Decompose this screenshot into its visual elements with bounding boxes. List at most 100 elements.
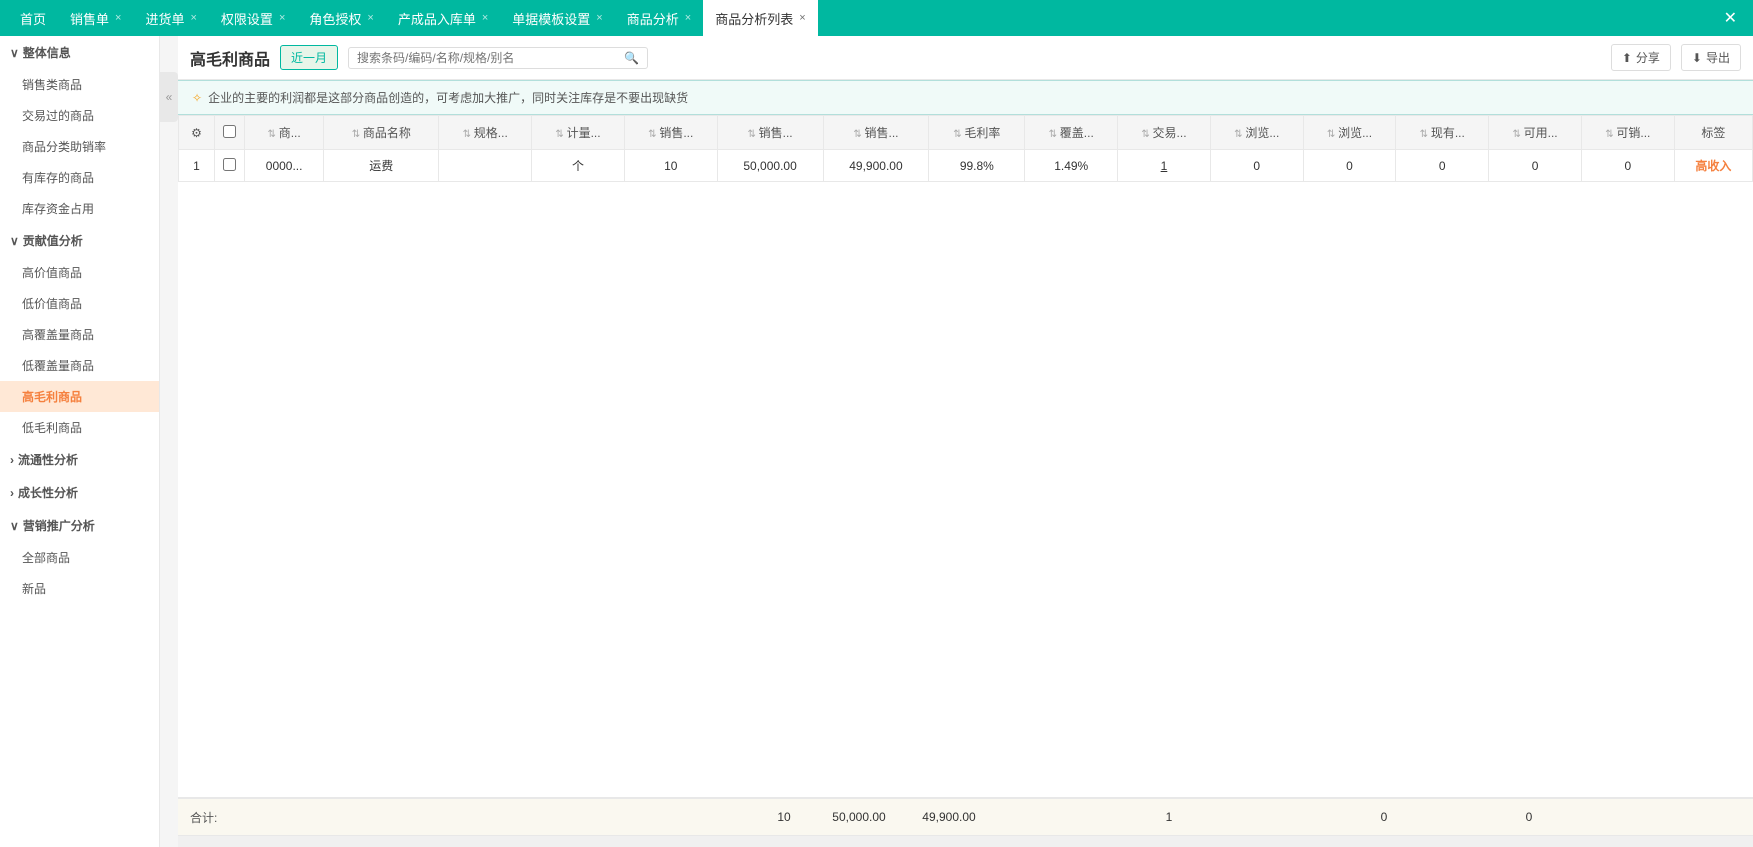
tab-close-icon[interactable]: ×	[482, 12, 488, 24]
footer-cell-14: 0	[1344, 810, 1424, 824]
tab-close-icon[interactable]: ×	[279, 12, 285, 24]
sidebar-group-整体信息[interactable]: ∨整体信息	[0, 36, 159, 69]
row-transactions: 1	[1118, 150, 1211, 182]
group-arrow-icon: ›	[10, 486, 14, 500]
row-index: 1	[179, 150, 215, 182]
sidebar-item-商品分类助销率[interactable]: 商品分类助销率	[0, 131, 159, 162]
settings-icon[interactable]: ⚙	[191, 126, 202, 140]
nav-tab-权限设置[interactable]: 权限设置 ×	[209, 0, 297, 36]
group-arrow-icon: ∨	[10, 46, 19, 60]
col-header-10[interactable]: 覆盖...	[1025, 116, 1118, 150]
nav-tab-单据模板设置[interactable]: 单据模板设置 ×	[500, 0, 614, 36]
col-header-12[interactable]: 浏览...	[1210, 116, 1303, 150]
window-close-button[interactable]: ✕	[1716, 8, 1745, 28]
content-header: 高毛利商品 近一月 🔍 ⬆ 分享 ⬇ 导出	[178, 36, 1753, 80]
nav-tab-商品分析[interactable]: 商品分析 ×	[615, 0, 703, 36]
sidebar-group-成长性分析[interactable]: ›成长性分析	[0, 476, 159, 509]
bottom-scrollbar[interactable]	[178, 835, 1753, 847]
footer-cell-10	[1064, 810, 1134, 824]
col-header-9[interactable]: 毛利率	[929, 116, 1025, 150]
sidebar-item-高价值商品[interactable]: 高价值商品	[0, 257, 159, 288]
share-button[interactable]: ⬆ 分享	[1611, 44, 1671, 71]
page-title: 高毛利商品	[190, 46, 270, 70]
share-icon: ⬆	[1622, 51, 1632, 65]
group-arrow-icon: ∨	[10, 519, 19, 533]
row-select-checkbox[interactable]	[223, 158, 236, 171]
footer-cell-3	[494, 810, 614, 824]
nav-tab-角色授权[interactable]: 角色授权 ×	[297, 0, 385, 36]
tab-close-icon[interactable]: ×	[799, 12, 805, 24]
nav-tab-销售单[interactable]: 销售单 ×	[58, 0, 133, 36]
export-button[interactable]: ⬇ 导出	[1681, 44, 1741, 71]
main-layout: ∨整体信息销售类商品交易过的商品商品分类助销率有库存的商品库存资金占用∨贡献值分…	[0, 36, 1753, 847]
nav-tab-商品分析列表[interactable]: 商品分析列表 ×	[703, 0, 817, 36]
sidebar-item-低覆盖量商品[interactable]: 低覆盖量商品	[0, 350, 159, 381]
sidebar-item-库存资金占用[interactable]: 库存资金占用	[0, 193, 159, 224]
sidebar-item-交易过的商品[interactable]: 交易过的商品	[0, 100, 159, 131]
row-sales-qty: 10	[624, 150, 717, 182]
col-header-2[interactable]: 商...	[245, 116, 324, 150]
tab-close-icon[interactable]: ×	[685, 12, 691, 24]
search-box: 🔍	[348, 47, 648, 69]
footer-cell-9	[994, 810, 1064, 824]
footer-cell-6: 10	[754, 810, 814, 824]
footer-cell-17	[1564, 810, 1624, 824]
tab-close-icon[interactable]: ×	[115, 12, 121, 24]
top-navigation: 首页销售单 ×进货单 ×权限设置 ×角色授权 ×产成品入库单 ×单据模板设置 ×…	[0, 0, 1753, 36]
col-header-14[interactable]: 现有...	[1396, 116, 1489, 150]
col-header-6[interactable]: 销售...	[624, 116, 717, 150]
search-input[interactable]	[357, 51, 624, 65]
col-header-5[interactable]: 计量...	[532, 116, 625, 150]
sidebar-group-流通性分析[interactable]: ›流通性分析	[0, 443, 159, 476]
sidebar-group-贡献值分析[interactable]: ∨贡献值分析	[0, 224, 159, 257]
row-transactions-link[interactable]: 1	[1161, 159, 1168, 173]
row-available: 0	[1489, 150, 1582, 182]
col-header-16[interactable]: 可销...	[1581, 116, 1674, 150]
col-header-4[interactable]: 规格...	[439, 116, 532, 150]
tab-close-icon[interactable]: ×	[190, 12, 196, 24]
tab-close-icon[interactable]: ×	[596, 12, 602, 24]
col-header-17: 标签	[1674, 116, 1752, 150]
info-icon: ✧	[192, 91, 202, 105]
nav-tab-进货单[interactable]: 进货单 ×	[133, 0, 208, 36]
row-checkbox	[215, 150, 245, 182]
col-header-8[interactable]: 销售...	[823, 116, 929, 150]
search-icon[interactable]: 🔍	[624, 51, 639, 65]
nav-tab-首页[interactable]: 首页	[8, 0, 58, 36]
sidebar-item-低价值商品[interactable]: 低价值商品	[0, 288, 159, 319]
info-banner: ✧ 企业的主要的利润都是这部分商品创造的，可考虑加大推广，同时关注库存是不要出现…	[178, 80, 1753, 115]
tab-close-icon[interactable]: ×	[367, 12, 373, 24]
group-arrow-icon: ∨	[10, 234, 19, 248]
sidebar-group-营销推广分析[interactable]: ∨营销推广分析	[0, 509, 159, 542]
sidebar-item-有库存的商品[interactable]: 有库存的商品	[0, 162, 159, 193]
col-header-7[interactable]: 销售...	[717, 116, 823, 150]
footer-cells: 1050,000.0049,900.00100	[358, 810, 1753, 824]
row-browse2: 0	[1303, 150, 1396, 182]
select-all-checkbox[interactable]	[223, 125, 236, 138]
col-header-15[interactable]: 可用...	[1489, 116, 1582, 150]
table-container: ⚙商...商品名称规格...计量...销售...销售...销售...毛利率覆盖.…	[178, 115, 1753, 797]
sidebar-item-销售类商品[interactable]: 销售类商品	[0, 69, 159, 100]
sidebar-item-高毛利商品[interactable]: 高毛利商品	[0, 381, 159, 412]
col-header-11[interactable]: 交易...	[1118, 116, 1211, 150]
footer-cell-1	[394, 810, 424, 824]
col-header-0: ⚙	[179, 116, 215, 150]
footer-cell-2	[424, 810, 494, 824]
table-body: 10000...运费个1050,000.0049,900.0099.8%1.49…	[179, 150, 1753, 182]
col-header-3[interactable]: 商品名称	[324, 116, 439, 150]
sidebar-item-全部商品[interactable]: 全部商品	[0, 542, 159, 573]
sidebar-item-低毛利商品[interactable]: 低毛利商品	[0, 412, 159, 443]
nav-tab-产成品入库单[interactable]: 产成品入库单 ×	[386, 0, 500, 36]
col-header-13[interactable]: 浏览...	[1303, 116, 1396, 150]
filter-recent-month-button[interactable]: 近一月	[280, 45, 338, 70]
col-header-1	[215, 116, 245, 150]
row-sales-cost: 49,900.00	[823, 150, 929, 182]
row-code: 0000...	[245, 150, 324, 182]
footer-cell-4	[614, 810, 694, 824]
sidebar-item-高覆盖量商品[interactable]: 高覆盖量商品	[0, 319, 159, 350]
sidebar-collapse-button[interactable]: «	[160, 72, 178, 122]
banner-text: 企业的主要的利润都是这部分商品创造的，可考虑加大推广，同时关注库存是不要出现缺货	[208, 89, 688, 106]
sidebar-item-新品[interactable]: 新品	[0, 573, 159, 604]
row-current-stock: 0	[1396, 150, 1489, 182]
export-icon: ⬇	[1692, 51, 1702, 65]
